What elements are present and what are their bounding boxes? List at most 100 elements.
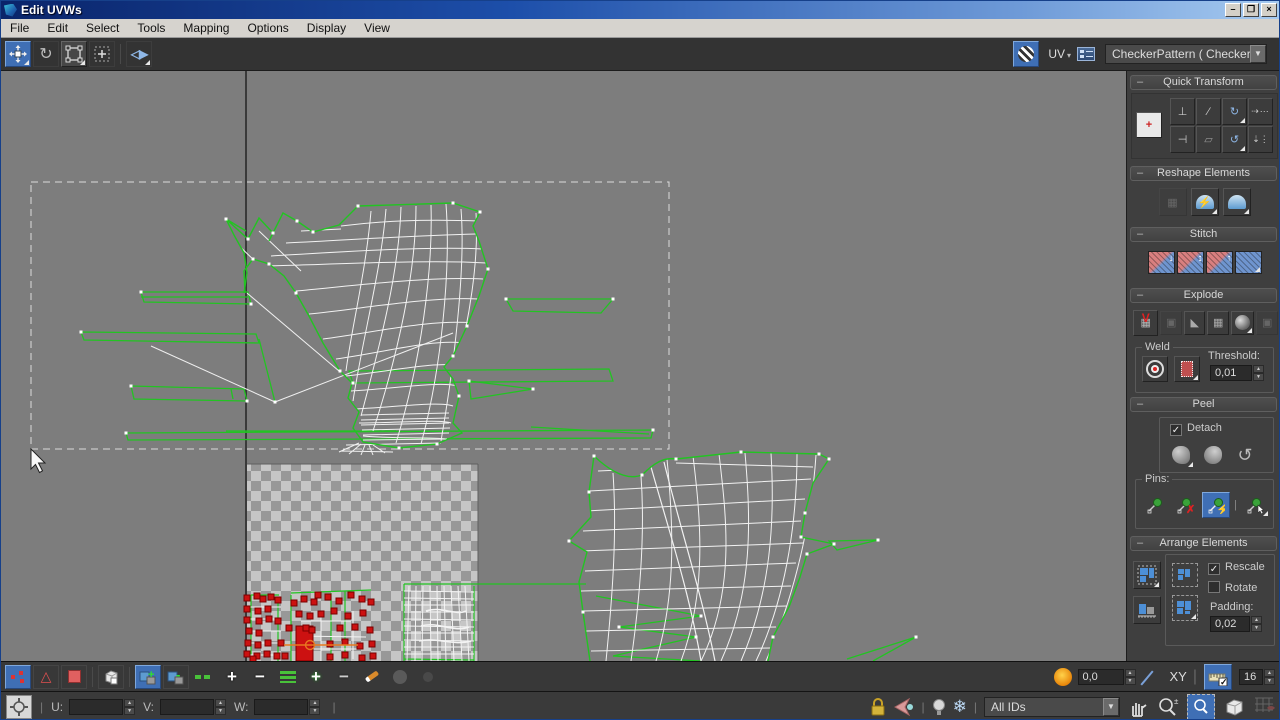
selection-filter-arrow-icon[interactable] [893, 697, 915, 717]
space-horizontal-button[interactable]: ⇢⋯ [1248, 98, 1273, 125]
spin-down-icon[interactable]: ▼ [1264, 676, 1275, 685]
uv-editor-canvas[interactable] [1, 71, 1126, 661]
freeform-tool-button[interactable] [89, 41, 115, 67]
v-value[interactable] [160, 698, 215, 715]
weld-threshold-spinner[interactable]: 0,01 ▲ ▼ [1210, 365, 1264, 381]
pack-full-button[interactable] [1172, 595, 1198, 621]
rollout-explode[interactable]: Explode [1130, 288, 1277, 303]
zoom-icon[interactable]: ± [1156, 696, 1180, 718]
detach-checkbox[interactable]: ✓ [1170, 424, 1182, 436]
spin-up-icon[interactable]: ▲ [1251, 616, 1262, 624]
dropdown-arrow-icon[interactable]: ▼ [1103, 697, 1119, 716]
edge-distortion-button[interactable] [1139, 667, 1164, 687]
close-button[interactable]: × [1261, 3, 1277, 17]
rotate-ccw-button[interactable]: ↻ [1222, 98, 1247, 125]
options-properties-icon[interactable] [1077, 47, 1095, 61]
spin-down-icon[interactable]: ▼ [1124, 676, 1136, 685]
pan-hand-icon[interactable] [1127, 696, 1149, 718]
vertex-mode-button[interactable] [5, 664, 31, 689]
rollout-stitch[interactable]: Stitch [1130, 227, 1277, 242]
spin-up-icon[interactable]: ▲ [309, 698, 321, 707]
spin-up-icon[interactable]: ▲ [1264, 668, 1275, 677]
menu-tools[interactable]: Tools [128, 19, 174, 37]
auto-pin-button[interactable]: ⚡ [1202, 492, 1230, 518]
rescale-checkbox[interactable]: ✓ [1208, 563, 1220, 575]
uv-shell-lower[interactable] [567, 450, 918, 662]
reset-peel-button[interactable]: ↺ [1232, 442, 1258, 468]
absolute-typein-button[interactable]: + [1136, 112, 1162, 138]
weld-threshold-value[interactable]: 0,01 [1210, 365, 1252, 381]
face-mode-button[interactable] [61, 664, 87, 689]
falloff-value[interactable]: 0,0 [1077, 668, 1124, 685]
relax-tool-dialog-button[interactable] [1222, 188, 1251, 216]
rotate-cw-button[interactable]: ↺ [1222, 126, 1247, 153]
stitch-average-button[interactable]: ↕ [1176, 250, 1204, 274]
flatten-by-face-button[interactable] [1231, 310, 1255, 335]
rotate-checkbox[interactable] [1208, 581, 1220, 593]
axis-constraint-label[interactable]: XY [1170, 669, 1187, 684]
uv-editor-viewport[interactable] [1, 71, 1126, 661]
align-horizontal-button[interactable]: ⊥ [1170, 98, 1195, 125]
shrink-ring-button[interactable]: − [331, 665, 357, 689]
rollout-arrange-elements[interactable]: Arrange Elements [1130, 536, 1277, 551]
target-weld-button[interactable] [1142, 356, 1168, 382]
grow-selection-button[interactable]: + [135, 664, 161, 689]
spin-up-icon[interactable]: ▲ [1124, 668, 1136, 677]
peel-mode-button[interactable] [1200, 442, 1226, 468]
shrink-loop-button[interactable]: − [247, 665, 273, 689]
absolute-offset-toggle[interactable] [6, 694, 32, 719]
stitch-custom-button[interactable]: ↓ [1147, 250, 1175, 274]
padding-spinner[interactable]: 0,02 ▲ ▼ [1210, 616, 1262, 632]
lock-selection-icon[interactable] [870, 697, 886, 717]
rescale-elements-button[interactable] [1133, 596, 1161, 624]
ring-mode-button[interactable] [275, 665, 301, 689]
spin-down-icon[interactable]: ▼ [309, 706, 321, 715]
stitch-source-button[interactable]: ↑ [1205, 250, 1233, 274]
snap-magnet-grid-icon[interactable] [1253, 696, 1277, 718]
spin-down-icon[interactable]: ▼ [1253, 373, 1264, 381]
uv-shell-leg[interactable] [79, 201, 655, 456]
padding-value[interactable]: 0,02 [1210, 616, 1250, 632]
loop-mode-button[interactable] [191, 665, 217, 689]
linear-align-button[interactable]: ▱ [1196, 126, 1221, 153]
select-element-button[interactable] [98, 664, 124, 689]
falloff-spinner[interactable]: 0,0 ▲ ▼ [1077, 668, 1136, 685]
highlight-bulb-icon[interactable] [932, 697, 946, 717]
paint-select-button[interactable] [359, 665, 385, 689]
v-coordinate-spinner[interactable]: ▲ ▼ [160, 698, 227, 715]
spin-up-icon[interactable]: ▲ [124, 698, 136, 707]
freeze-snowflake-icon[interactable]: ❄ [953, 697, 967, 717]
pack-tight-button[interactable] [1172, 563, 1198, 587]
grow-ring-button[interactable]: + [303, 665, 329, 689]
menu-mapping[interactable]: Mapping [174, 19, 238, 37]
flatten-by-group-button[interactable]: ▦ [1207, 310, 1230, 335]
snap-value-spinner[interactable]: 16 ▲ ▼ [1239, 668, 1275, 685]
break-button[interactable]: ▦ V [1133, 309, 1159, 336]
rollout-peel[interactable]: Peel [1130, 397, 1277, 412]
w-value[interactable] [254, 698, 309, 715]
snap-value[interactable]: 16 [1239, 668, 1263, 685]
align-to-edge-button[interactable]: ∕ [1196, 98, 1221, 125]
minimize-button[interactable]: – [1225, 3, 1241, 17]
weld-selected-button[interactable] [1174, 356, 1200, 382]
enlarge-brush-button[interactable] [387, 665, 413, 689]
dropdown-arrow-icon[interactable]: ▼ [1250, 45, 1266, 63]
restore-button[interactable]: ❐ [1243, 3, 1259, 17]
menu-select[interactable]: Select [77, 19, 128, 37]
stitch-target-button[interactable] [1234, 250, 1262, 274]
spin-down-icon[interactable]: ▼ [1251, 624, 1262, 632]
interactive-pin-button[interactable] [1241, 493, 1269, 517]
menu-edit[interactable]: Edit [38, 19, 77, 37]
u-value[interactable] [69, 698, 124, 715]
pin-selected-button[interactable] [1142, 493, 1168, 517]
shrink-selection-button[interactable]: - [163, 664, 189, 689]
unpin-selected-button[interactable]: ✗ [1172, 493, 1198, 517]
shrink-brush-button[interactable] [415, 665, 441, 689]
pack-normalize-button[interactable] [1133, 561, 1161, 589]
mirror-tool-button[interactable]: ◁▶ [126, 41, 152, 67]
spin-up-icon[interactable]: ▲ [215, 698, 227, 707]
relax-button[interactable]: ⚡ [1190, 188, 1219, 216]
title-bar[interactable]: Edit UVWs – ❐ × [1, 1, 1279, 19]
quick-peel-button[interactable] [1168, 442, 1194, 468]
align-vertical-button[interactable]: ⊣ [1170, 126, 1195, 153]
